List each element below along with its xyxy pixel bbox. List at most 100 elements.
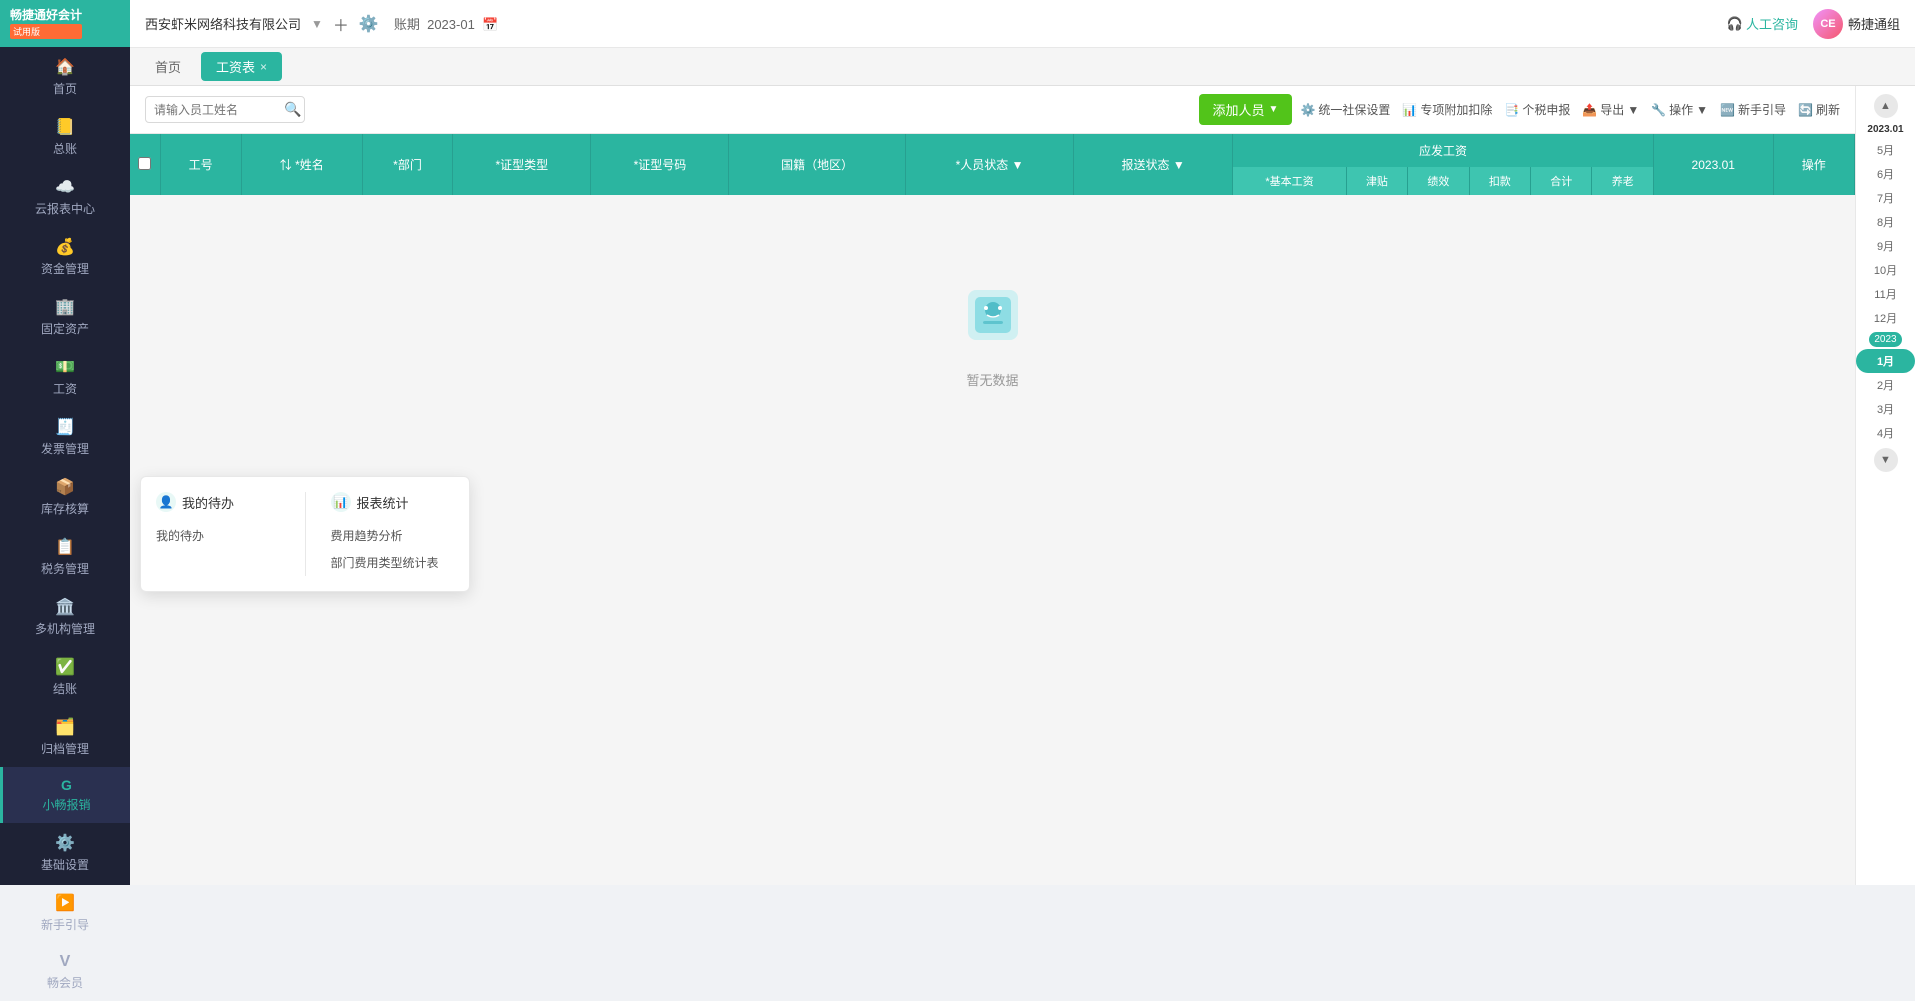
timeline-down-button[interactable]: ▼ bbox=[1874, 448, 1898, 472]
user-name: 畅捷通组 bbox=[1848, 14, 1900, 33]
timeline-month-11[interactable]: 11月 bbox=[1856, 282, 1915, 306]
company-settings-icon[interactable]: ⚙️ bbox=[359, 14, 379, 34]
timeline-month-7[interactable]: 7月 bbox=[1856, 186, 1915, 210]
sidebar-item-label: 税务管理 bbox=[41, 560, 89, 577]
timeline-month-4[interactable]: 4月 bbox=[1856, 421, 1915, 445]
header-checkbox-cell bbox=[130, 134, 160, 195]
tab-close-icon[interactable]: × bbox=[260, 60, 267, 74]
sidebar-item-closing[interactable]: ✅ 结账 bbox=[0, 647, 130, 707]
timeline-up-button[interactable]: ▲ bbox=[1874, 94, 1898, 118]
tab-salary-table[interactable]: 工资表 × bbox=[201, 52, 282, 81]
salary-table: 工号 ⇅ *姓名 *部门 *证型类型 *证型号码 国籍（地区） *人员状态 ▼ bbox=[130, 134, 1855, 195]
sidebar: 畅捷通好会计 试用版 🏠 首页 📒 总账 ☁️ 云报表中心 💰 资金管理 🏢 固… bbox=[0, 0, 130, 885]
timeline-month-5[interactable]: 5月 bbox=[1856, 138, 1915, 162]
timeline-month-1[interactable]: 1月 bbox=[1856, 349, 1915, 373]
content-area: 🔍 添加人员 ▼ ⚙️ 统一社保设置 📊 专项附加扣除 bbox=[130, 86, 1915, 885]
sidebar-item-home[interactable]: 🏠 首页 bbox=[0, 47, 130, 107]
header-name[interactable]: ⇅ *姓名 bbox=[241, 134, 362, 195]
search-icon: 🔍 bbox=[284, 101, 301, 118]
timeline-month-12[interactable]: 12月 bbox=[1856, 306, 1915, 330]
timeline-panel: ▲ 2023.01 5月 6月 7月 8月 9月 10月 11月 12月 202… bbox=[1855, 86, 1915, 885]
refresh-action[interactable]: 🔄 刷新 bbox=[1798, 101, 1840, 118]
header-dept: *部门 bbox=[362, 134, 453, 195]
period-label: 账期 2023-01 📅 bbox=[394, 14, 498, 33]
popup-item-dept-cost[interactable]: 部门费用类型统计表 bbox=[331, 549, 455, 576]
app-badge: 试用版 bbox=[10, 24, 82, 39]
period-value: 2023-01 bbox=[427, 17, 475, 32]
header-deduct: 扣款 bbox=[1469, 167, 1530, 195]
salary-icon: 💵 bbox=[55, 357, 75, 377]
timeline-month-2[interactable]: 2月 bbox=[1856, 373, 1915, 397]
sidebar-item-tax[interactable]: 📋 税务管理 bbox=[0, 527, 130, 587]
toolbar: 🔍 添加人员 ▼ ⚙️ 统一社保设置 📊 专项附加扣除 bbox=[130, 86, 1855, 134]
sidebar-item-finance[interactable]: 💰 资金管理 bbox=[0, 227, 130, 287]
company-name: 西安虾米网络科技有限公司 bbox=[145, 14, 301, 33]
sidebar-item-salary[interactable]: 💵 工资 bbox=[0, 347, 130, 407]
special-deduct-action[interactable]: 📊 专项附加扣除 bbox=[1402, 101, 1492, 118]
main-area: 西安虾米网络科技有限公司 ▼ ＋ ⚙️ 账期 2023-01 📅 🎧 人工咨询 … bbox=[130, 0, 1915, 885]
closing-icon: ✅ bbox=[55, 657, 75, 677]
empty-state: 暂无数据 bbox=[130, 195, 1855, 469]
guide-action[interactable]: 🆕 新手引导 bbox=[1720, 101, 1786, 118]
operation-icon: 🔧 bbox=[1651, 103, 1666, 117]
sidebar-item-label: 固定资产 bbox=[41, 320, 89, 337]
sidebar-item-label: 基础设置 bbox=[41, 856, 89, 873]
sidebar-item-assets[interactable]: 🏢 固定资产 bbox=[0, 287, 130, 347]
sidebar-item-settings[interactable]: ⚙️ 基础设置 bbox=[0, 823, 130, 883]
topbar: 西安虾米网络科技有限公司 ▼ ＋ ⚙️ 账期 2023-01 📅 🎧 人工咨询 … bbox=[130, 0, 1915, 48]
sidebar-item-guide[interactable]: ▶️ 新手引导 bbox=[0, 883, 130, 943]
status-filter-icon[interactable]: ▼ bbox=[1012, 158, 1024, 172]
tax-icon: 📋 bbox=[55, 537, 75, 557]
select-all-checkbox[interactable] bbox=[138, 157, 151, 170]
timeline-month-6[interactable]: 6月 bbox=[1856, 162, 1915, 186]
guide-icon: ▶️ bbox=[55, 893, 75, 913]
company-dropdown-icon[interactable]: ▼ bbox=[311, 17, 323, 31]
operation-action[interactable]: 🔧 操作 ▼ bbox=[1651, 101, 1708, 118]
app-name: 畅捷通好会计 bbox=[10, 8, 82, 24]
sidebar-item-archive[interactable]: 🗂️ 归档管理 bbox=[0, 707, 130, 767]
timeline-month-10[interactable]: 10月 bbox=[1856, 258, 1915, 282]
popup-section-title-reports: 📊 报表统计 bbox=[331, 492, 455, 512]
avatar: CE bbox=[1813, 9, 1843, 39]
header-status: *人员状态 ▼ bbox=[905, 134, 1073, 195]
tax-report-icon: 📑 bbox=[1504, 103, 1519, 117]
sidebar-item-inventory[interactable]: 📦 库存核算 bbox=[0, 467, 130, 527]
add-person-button[interactable]: 添加人员 ▼ bbox=[1199, 94, 1293, 125]
finance-icon: 💰 bbox=[55, 237, 75, 257]
support-button[interactable]: 🎧 人工咨询 bbox=[1727, 14, 1798, 33]
export-action[interactable]: 📤 导出 ▼ bbox=[1582, 101, 1639, 118]
sidebar-item-multi[interactable]: 🏛️ 多机构管理 bbox=[0, 587, 130, 647]
operation-arrow-icon: ▼ bbox=[1696, 103, 1708, 117]
header-operation: 操作 bbox=[1773, 134, 1854, 195]
assets-icon: 🏢 bbox=[55, 297, 75, 317]
special-icon: 📊 bbox=[1402, 103, 1417, 117]
sidebar-item-vip[interactable]: V 畅会员 bbox=[0, 943, 130, 1001]
popup-item-cost-trend[interactable]: 费用趋势分析 bbox=[331, 522, 455, 549]
sidebar-item-ledger[interactable]: 📒 总账 bbox=[0, 107, 130, 167]
timeline-month-3[interactable]: 3月 bbox=[1856, 397, 1915, 421]
search-box[interactable]: 🔍 bbox=[145, 96, 305, 123]
archive-icon: 🗂️ bbox=[55, 717, 75, 737]
period-calendar-icon[interactable]: 📅 bbox=[482, 17, 498, 32]
add-company-button[interactable]: ＋ bbox=[333, 12, 349, 36]
sidebar-item-label: 库存核算 bbox=[41, 500, 89, 517]
tab-home[interactable]: 首页 bbox=[140, 52, 196, 81]
popup-item-todos[interactable]: 我的待办 bbox=[156, 522, 280, 549]
user-menu[interactable]: CE 畅捷通组 bbox=[1813, 9, 1900, 39]
social-settings-action[interactable]: ⚙️ 统一社保设置 bbox=[1300, 101, 1390, 118]
header-subsidy: 津贴 bbox=[1346, 167, 1407, 195]
cloud-icon: ☁️ bbox=[55, 177, 75, 197]
tax-report-action[interactable]: 📑 个税申报 bbox=[1504, 101, 1570, 118]
sidebar-item-label: 总账 bbox=[53, 140, 77, 157]
timeline-month-8[interactable]: 8月 bbox=[1856, 210, 1915, 234]
sidebar-item-xiaochang[interactable]: G 小畅报销 bbox=[0, 767, 130, 823]
xiaochang-icon: G bbox=[61, 777, 72, 793]
export-icon: 📤 bbox=[1582, 103, 1597, 117]
search-input[interactable] bbox=[154, 103, 284, 117]
sidebar-item-cloud[interactable]: ☁️ 云报表中心 bbox=[0, 167, 130, 227]
timeline-month-9[interactable]: 9月 bbox=[1856, 234, 1915, 258]
sidebar-item-invoice[interactable]: 🧾 发票管理 bbox=[0, 407, 130, 467]
timeline-year-label: 2023.01 bbox=[1867, 124, 1903, 135]
send-filter-icon[interactable]: ▼ bbox=[1173, 158, 1185, 172]
settings-icon: ⚙️ bbox=[55, 833, 75, 853]
